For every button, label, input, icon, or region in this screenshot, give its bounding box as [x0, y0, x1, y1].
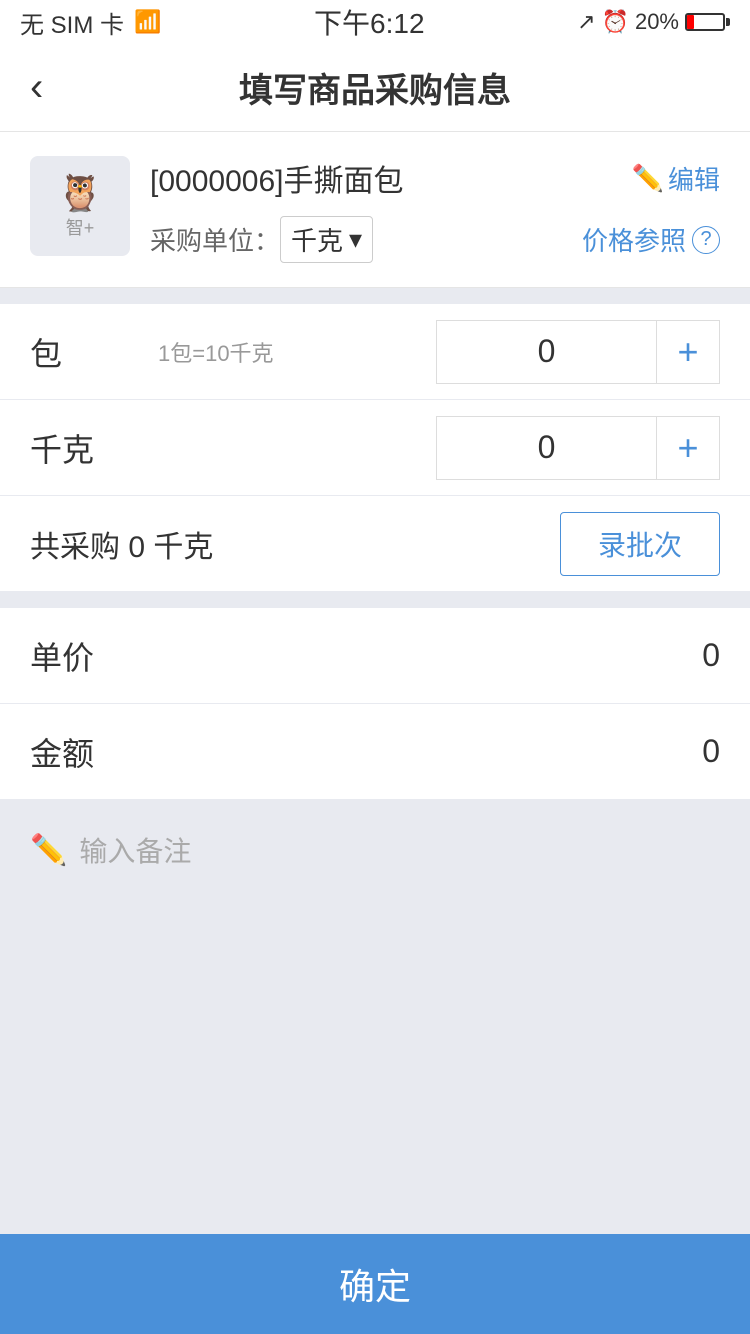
edit-icon: ✏️	[632, 163, 664, 194]
brand-text: 智+	[66, 214, 95, 240]
wifi-icon: 📶	[134, 9, 161, 35]
price-ref-button[interactable]: 价格参照 ?	[582, 221, 720, 258]
section-divider-2	[0, 592, 750, 608]
edit-label: 编辑	[668, 160, 720, 197]
input-right-kg: +	[436, 416, 720, 480]
unit-label: 采购单位：	[150, 221, 280, 258]
back-icon: ‹	[30, 65, 43, 109]
input-sublabel-bao: 1包=10千克	[158, 336, 274, 368]
alarm-icon: ⏰	[602, 9, 629, 35]
nav-bar: ‹ 填写商品采购信息	[0, 44, 750, 132]
price-label-total: 金额	[30, 729, 94, 775]
summary-text: 共采购 0 千克	[30, 522, 213, 566]
price-ref-label: 价格参照	[582, 221, 686, 258]
product-info: [0000006]手撕面包 ✏️ 编辑 采购单位： 千克 ▾ 价格参照 ?	[150, 156, 720, 263]
product-image: 🦉 智+	[30, 156, 130, 256]
quantity-input-kg[interactable]	[436, 416, 656, 480]
page-title: 填写商品采购信息	[239, 63, 511, 112]
status-left: 无 SIM 卡 📶	[20, 5, 161, 40]
back-button[interactable]: ‹	[30, 65, 43, 110]
price-row-total: 金额 0	[0, 704, 750, 800]
price-section: 单价 0 金额 0	[0, 608, 750, 800]
unit-value: 千克	[291, 221, 343, 258]
price-value-unit: 0	[702, 637, 720, 674]
price-label-unit: 单价	[30, 633, 94, 679]
bottom-spacer	[0, 900, 750, 1250]
product-name-row: [0000006]手撕面包 ✏️ 编辑	[150, 156, 720, 200]
info-icon: ?	[692, 226, 720, 254]
confirm-label: 确定	[339, 1258, 411, 1310]
plus-button-bao[interactable]: +	[656, 320, 720, 384]
note-placeholder: 输入备注	[79, 830, 191, 870]
record-batch-label: 录批次	[598, 524, 682, 564]
edit-button[interactable]: ✏️ 编辑	[632, 160, 720, 197]
input-row-bao: 包 1包=10千克 +	[0, 304, 750, 400]
input-label-kg: 千克	[30, 425, 150, 471]
confirm-button[interactable]: 确定	[0, 1234, 750, 1334]
chevron-down-icon: ▾	[349, 224, 362, 255]
price-row-unit: 单价 0	[0, 608, 750, 704]
section-divider-1	[0, 288, 750, 304]
direction-icon: ↗	[577, 9, 595, 35]
status-right: ↗ ⏰ 20%	[577, 9, 730, 35]
battery-icon	[685, 13, 730, 31]
product-section: 🦉 智+ [0000006]手撕面包 ✏️ 编辑 采购单位： 千克 ▾ 价格参照…	[0, 132, 750, 288]
owl-icon: 🦉	[58, 172, 103, 214]
summary-row: 共采购 0 千克 录批次	[0, 496, 750, 592]
input-label-bao: 包	[30, 329, 150, 375]
status-bar: 无 SIM 卡 📶 下午6:12 ↗ ⏰ 20%	[0, 0, 750, 44]
input-row-kg: 千克 +	[0, 400, 750, 496]
sim-label: 无 SIM 卡	[20, 5, 124, 40]
quantity-section: 包 1包=10千克 + 千克 +	[0, 304, 750, 496]
status-time: 下午6:12	[314, 2, 425, 42]
price-value-total: 0	[702, 733, 720, 770]
plus-button-kg[interactable]: +	[656, 416, 720, 480]
note-section[interactable]: ✏️ 输入备注	[0, 800, 750, 900]
input-right-bao: +	[436, 320, 720, 384]
product-name: [0000006]手撕面包	[150, 156, 403, 200]
pencil-icon: ✏️	[30, 833, 67, 868]
battery-label: 20%	[635, 9, 679, 35]
record-batch-button[interactable]: 录批次	[560, 512, 720, 576]
unit-select[interactable]: 千克 ▾	[280, 216, 373, 263]
purchase-unit-row: 采购单位： 千克 ▾ 价格参照 ?	[150, 216, 720, 263]
quantity-input-bao[interactable]	[436, 320, 656, 384]
